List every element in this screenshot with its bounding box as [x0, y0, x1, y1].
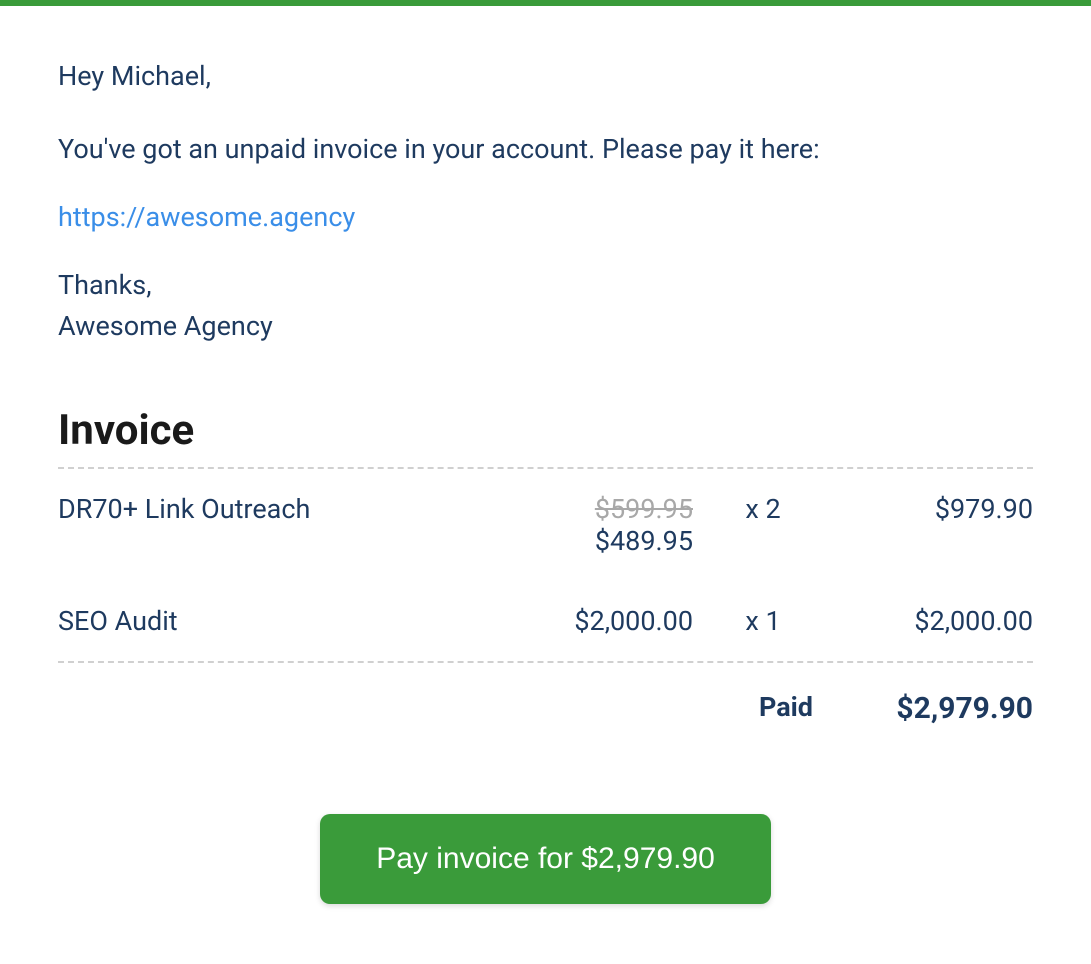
line-item-name: DR70+ Link Outreach: [58, 493, 493, 525]
line-item-total: $979.90: [833, 493, 1033, 525]
totals-row: Paid $2,979.90: [58, 663, 1033, 754]
line-item-qty: x 1: [693, 605, 833, 637]
price: $2,000.00: [493, 605, 693, 637]
original-price: $599.95: [493, 493, 693, 525]
sender-name: Awesome Agency: [58, 306, 1033, 347]
invoice-email-body: Hey Michael, You've got an unpaid invoic…: [0, 6, 1091, 964]
greeting-text: Hey Michael,: [58, 56, 1033, 97]
line-item-name: SEO Audit: [58, 605, 493, 637]
invoice-line-item: SEO Audit $2,000.00 x 1 $2,000.00: [58, 581, 1033, 661]
invoice-heading: Invoice: [58, 406, 1033, 455]
discounted-price: $489.95: [493, 525, 693, 557]
line-item-price: $2,000.00: [493, 605, 693, 637]
line-item-qty: x 2: [693, 493, 833, 525]
signature-block: Thanks, Awesome Agency: [58, 265, 1033, 346]
paid-amount: $2,979.90: [813, 691, 1033, 726]
pay-invoice-button[interactable]: Pay invoice for $2,979.90: [320, 814, 771, 904]
message-text: You've got an unpaid invoice in your acc…: [58, 129, 1033, 170]
payment-link[interactable]: https://awesome.agency: [58, 201, 355, 233]
invoice-line-item: DR70+ Link Outreach $599.95 $489.95 x 2 …: [58, 469, 1033, 581]
paid-label: Paid: [633, 691, 813, 726]
line-item-price: $599.95 $489.95: [493, 493, 693, 557]
line-item-total: $2,000.00: [833, 605, 1033, 637]
thanks-text: Thanks,: [58, 265, 1033, 306]
